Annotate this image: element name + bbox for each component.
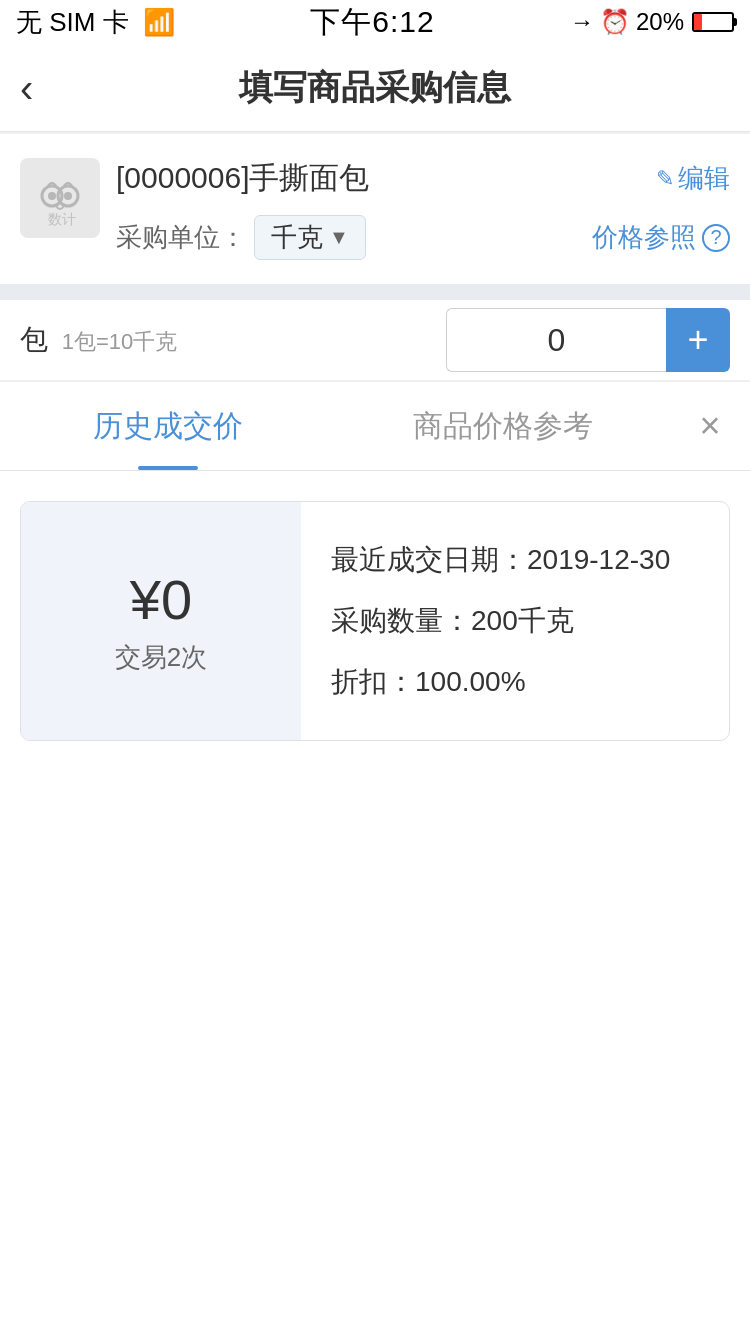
purchase-qty-value: 200千克 [471,605,574,636]
history-details-section: 最近成交日期：2019-12-30 采购数量：200千克 折扣：100.00% [301,502,729,740]
price-ref-label: 价格参照 [592,220,696,255]
quantity-unit: 包 1包=10千克 [20,321,177,359]
tab-history-price[interactable]: 历史成交价 [0,382,335,470]
product-name-row: [0000006]手撕面包 ✎ 编辑 [116,158,730,199]
status-bar: 无 SIM 卡 📶 下午6:12 → ⏰ 20% [0,0,750,44]
quantity-section: 包 1包=10千克 0 + [0,300,750,380]
discount-row: 折扣：100.00% [331,660,699,705]
recent-date-value: 2019-12-30 [527,544,670,575]
discount-label: 折扣： [331,666,415,697]
location-icon: → [570,8,594,36]
unit-sub-label: 1包=10千克 [62,329,178,354]
section-divider [0,284,750,300]
recent-date-row: 最近成交日期：2019-12-30 [331,538,699,583]
product-section: 数计 [0000006]手撕面包 ✎ 编辑 采购单位： 千克 ▼ [0,134,750,284]
tab-header: 历史成交价 商品价格参考 × [0,382,750,471]
price-ref-button[interactable]: 价格参照 ? [592,220,730,255]
history-price-section: ¥0 交易2次 [21,502,301,740]
unit-dropdown-icon: ▼ [329,226,349,249]
purchase-qty-row: 采购数量：200千克 [331,599,699,644]
edit-button[interactable]: ✎ 编辑 [656,161,730,196]
history-card: ¥0 交易2次 最近成交日期：2019-12-30 采购数量：200千克 折扣：… [20,501,730,741]
svg-point-3 [64,192,72,200]
edit-label: 编辑 [678,161,730,196]
unit-select[interactable]: 千克 ▼ [254,215,366,260]
product-header: 数计 [0000006]手撕面包 ✎ 编辑 采购单位： 千克 ▼ [20,158,730,260]
help-icon[interactable]: ? [702,224,730,252]
discount-value: 100.00% [415,666,526,697]
tab-close-button[interactable]: × [670,382,750,470]
quantity-input-box: 0 + [446,308,730,372]
history-trade-count: 交易2次 [115,640,207,675]
quantity-plus-button[interactable]: + [666,308,730,372]
edit-icon: ✎ [656,166,674,192]
tab-content-history: ¥0 交易2次 最近成交日期：2019-12-30 采购数量：200千克 折扣：… [0,471,750,771]
history-price-value: ¥0 [130,567,192,632]
tab-panel: 历史成交价 商品价格参考 × ¥0 交易2次 最近成交日期：2019-12-30… [0,382,750,771]
svg-point-2 [48,192,56,200]
product-info: [0000006]手撕面包 ✎ 编辑 采购单位： 千克 ▼ 价格参照 [116,158,730,260]
purchase-qty-label: 采购数量： [331,605,471,636]
unit-label: 采购单位： 千克 ▼ [116,215,366,260]
nav-bar: ‹ 填写商品采购信息 [0,44,750,132]
product-logo: 数计 [20,158,100,238]
recent-date-label: 最近成交日期： [331,544,527,575]
back-button[interactable]: ‹ [20,68,33,108]
status-right: → ⏰ 20% [570,8,734,36]
svg-text:数计: 数计 [48,211,76,227]
tab-product-price-ref[interactable]: 商品价格参考 [335,382,670,470]
status-time: 下午6:12 [310,2,434,43]
alarm-icon: ⏰ [600,8,630,36]
unit-value: 千克 [271,220,323,255]
battery-percent: 20% [636,8,684,36]
page-rest [0,771,750,1334]
status-left: 无 SIM 卡 📶 [16,5,175,40]
battery-icon [692,12,734,32]
product-unit-row: 采购单位： 千克 ▼ 价格参照 ? [116,215,730,260]
product-name: [0000006]手撕面包 [116,158,369,199]
quantity-value[interactable]: 0 [446,308,666,372]
page-title: 填写商品采购信息 [239,65,511,111]
